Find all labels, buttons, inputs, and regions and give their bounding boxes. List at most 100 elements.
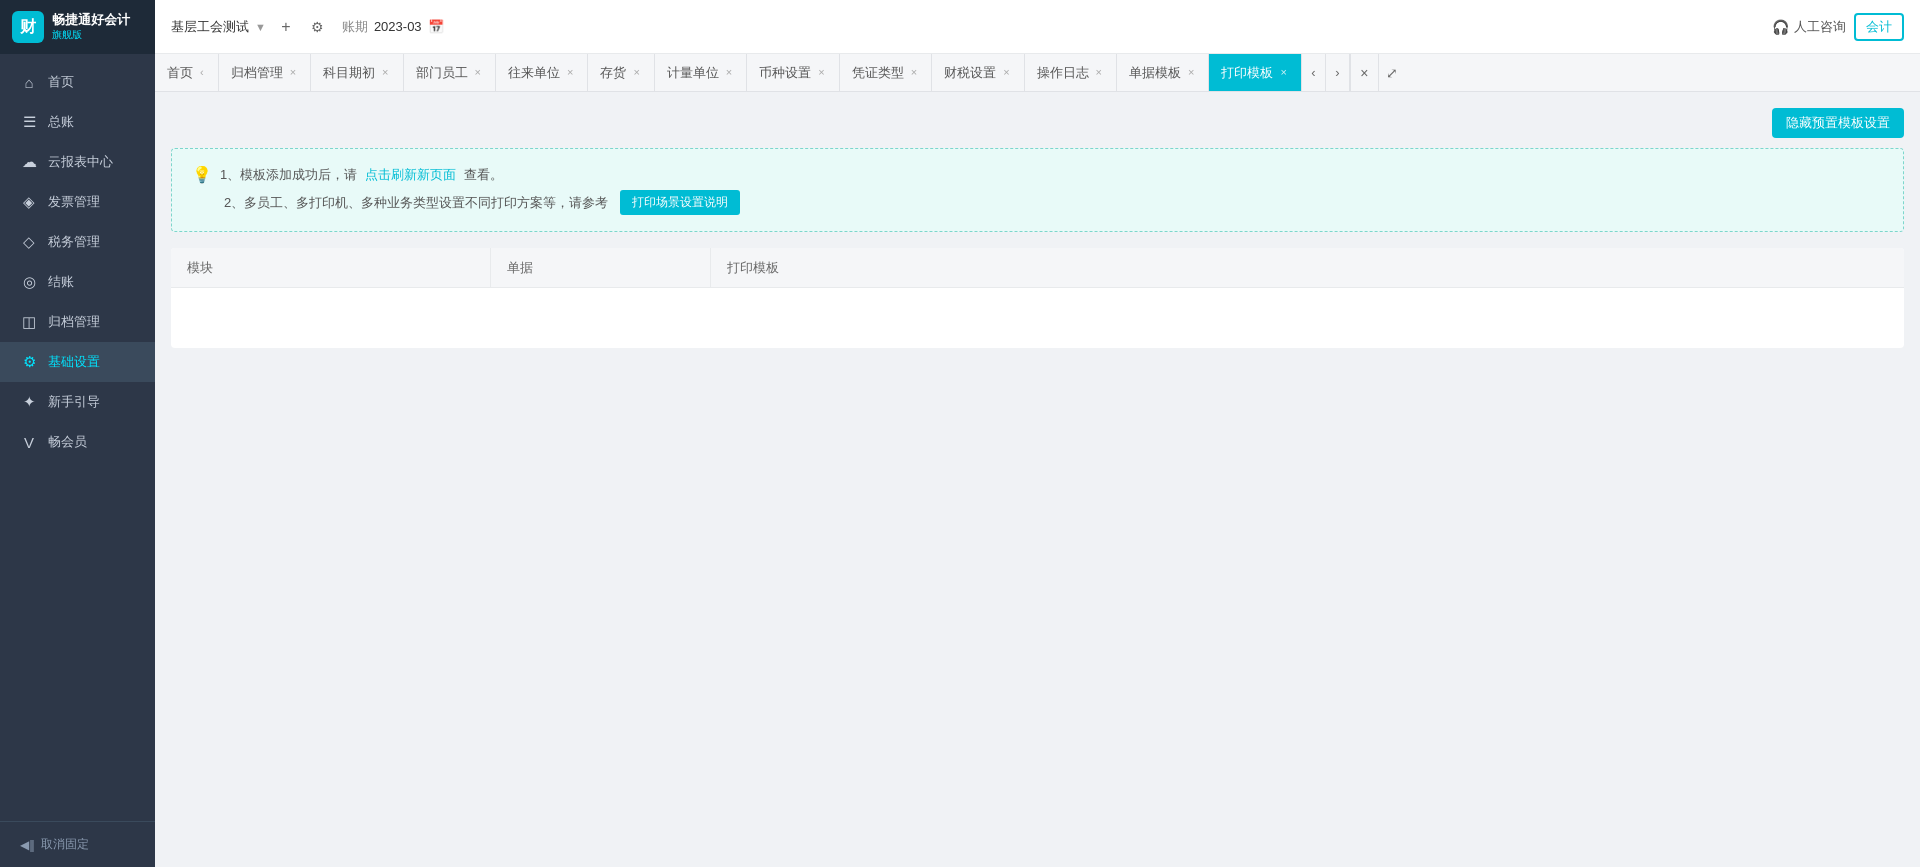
tab-prev-button[interactable]: ‹ [1302,54,1326,92]
sidebar-item-closing[interactable]: ◎ 结账 [0,262,155,302]
logo-text: 畅捷通好会计 旗舰版 [52,12,130,43]
sidebar-label-archive: 归档管理 [48,313,100,331]
sidebar: 财 畅捷通好会计 旗舰版 ⌂ 首页 ☰ 总账 ☁ 云报表中心 ◈ 发票管理 ◇ … [0,0,155,867]
info-line1-prefix: 1、模板添加成功后，请 [220,166,357,184]
tab-archive[interactable]: 归档管理 × [219,54,311,91]
bulb-icon: 💡 [192,165,212,184]
tab-oplog-close[interactable]: × [1094,66,1104,79]
unpin-icon: ◀‖ [20,838,35,852]
tab-close-all-button[interactable]: × [1350,54,1378,92]
print-scene-button[interactable]: 打印场景设置说明 [620,190,740,215]
add-project-button[interactable]: + [274,15,298,39]
refresh-link[interactable]: 点击刷新新页面 [365,166,456,184]
tab-currency[interactable]: 币种设置 × [747,54,839,91]
archive-icon: ◫ [20,313,38,331]
sidebar-label-member: 畅会员 [48,433,87,451]
tab-oplog[interactable]: 操作日志 × [1025,54,1117,91]
tab-home-back[interactable]: ‹ [198,66,206,79]
tab-finance[interactable]: 财税设置 × [932,54,1024,91]
col-header-template: 打印模板 [711,248,1904,287]
basic-icon: ⚙ [20,353,38,371]
service-button[interactable]: 🎧 人工咨询 [1772,18,1846,36]
tab-unit-label: 计量单位 [667,64,719,82]
sidebar-label-closing: 结账 [48,273,74,291]
sidebar-item-tax[interactable]: ◇ 税务管理 [0,222,155,262]
tab-department-label: 部门员工 [416,64,468,82]
tab-unit[interactable]: 计量单位 × [655,54,747,91]
tab-currency-close[interactable]: × [816,66,826,79]
content-area: 隐藏预置模板设置 💡 1、模板添加成功后，请 点击刷新新页面 查看。 2、多员工… [155,92,1920,867]
tab-supplier-label: 往来单位 [508,64,560,82]
sidebar-label-reports: 云报表中心 [48,153,113,171]
tab-voucher-close[interactable]: × [909,66,919,79]
period-calendar-icon[interactable]: 📅 [428,19,444,34]
sidebar-unpin[interactable]: ◀‖ 取消固定 [0,821,155,867]
tab-oplog-label: 操作日志 [1037,64,1089,82]
tab-inventory-label: 存货 [600,64,626,82]
headset-icon: 🎧 [1772,19,1789,35]
closing-icon: ◎ [20,273,38,291]
sidebar-label-home: 首页 [48,73,74,91]
tab-simple-label: 单据模板 [1129,64,1181,82]
project-selector[interactable]: 基层工会测试 ▼ [171,18,266,36]
tab-subject[interactable]: 科目期初 × [311,54,403,91]
project-dropdown-icon[interactable]: ▼ [255,21,266,33]
sidebar-item-member[interactable]: V 畅会员 [0,422,155,462]
tab-finance-label: 财税设置 [944,64,996,82]
info-row-2: 2、多员工、多打印机、多种业务类型设置不同打印方案等，请参考 打印场景设置说明 [192,190,1883,215]
tab-subject-close[interactable]: × [380,66,390,79]
tab-home[interactable]: 首页 ‹ [155,54,219,91]
main-area: 基层工会测试 ▼ + ⚙ 账期 2023-03 📅 🎧 人工咨询 会计 首页 ‹… [155,0,1920,867]
tab-supplier[interactable]: 往来单位 × [496,54,588,91]
sidebar-label-guide: 新手引导 [48,393,100,411]
member-icon: V [20,434,38,451]
sidebar-label-tax: 税务管理 [48,233,100,251]
tab-expand-button[interactable]: ⤢ [1378,54,1406,92]
tab-archive-close[interactable]: × [288,66,298,79]
tab-supplier-close[interactable]: × [565,66,575,79]
sidebar-label-ledger: 总账 [48,113,74,131]
logo-subtitle: 旗舰版 [52,28,130,42]
table-body [171,288,1904,348]
topbar: 基层工会测试 ▼ + ⚙ 账期 2023-03 📅 🎧 人工咨询 会计 [155,0,1920,54]
tab-simple-close[interactable]: × [1186,66,1196,79]
tab-print-close[interactable]: × [1278,66,1288,79]
tab-inventory-close[interactable]: × [631,66,641,79]
tab-currency-label: 币种设置 [759,64,811,82]
tabbar: 首页 ‹ 归档管理 × 科目期初 × 部门员工 × 往来单位 × 存货 × 计量… [155,54,1920,92]
tab-simple[interactable]: 单据模板 × [1117,54,1209,91]
tab-finance-close[interactable]: × [1001,66,1011,79]
info-row-1: 💡 1、模板添加成功后，请 点击刷新新页面 查看。 [192,165,1883,184]
period-value: 2023-03 [374,19,422,34]
sidebar-item-invoice[interactable]: ◈ 发票管理 [0,182,155,222]
sidebar-label-basic: 基础设置 [48,353,100,371]
sidebar-logo: 财 畅捷通好会计 旗舰版 [0,0,155,54]
col-header-module: 模块 [171,248,491,287]
home-icon: ⌂ [20,74,38,91]
tab-archive-label: 归档管理 [231,64,283,82]
sidebar-item-guide[interactable]: ✦ 新手引导 [0,382,155,422]
info-line1-suffix: 查看。 [464,166,503,184]
tax-icon: ◇ [20,233,38,251]
tab-print[interactable]: 打印模板 × [1209,54,1301,91]
period-selector: 账期 2023-03 📅 [342,18,444,36]
hide-template-container: 隐藏预置模板设置 [171,108,1904,138]
ledger-icon: ☰ [20,113,38,131]
sidebar-item-basic[interactable]: ⚙ 基础设置 [0,342,155,382]
tab-unit-close[interactable]: × [724,66,734,79]
hide-template-button[interactable]: 隐藏预置模板设置 [1772,108,1904,138]
tab-department[interactable]: 部门员工 × [404,54,496,91]
kuaiji-button[interactable]: 会计 [1854,13,1904,41]
sidebar-label-invoice: 发票管理 [48,193,100,211]
tab-department-close[interactable]: × [473,66,483,79]
sidebar-item-reports[interactable]: ☁ 云报表中心 [0,142,155,182]
sidebar-item-ledger[interactable]: ☰ 总账 [0,102,155,142]
sidebar-item-archive[interactable]: ◫ 归档管理 [0,302,155,342]
tab-voucher[interactable]: 凭证类型 × [840,54,932,91]
tab-voucher-label: 凭证类型 [852,64,904,82]
logo-title: 畅捷通好会计 [52,12,130,29]
tab-inventory[interactable]: 存货 × [588,54,654,91]
sidebar-item-home[interactable]: ⌂ 首页 [0,62,155,102]
settings-button[interactable]: ⚙ [306,15,330,39]
tab-next-button[interactable]: › [1326,54,1350,92]
